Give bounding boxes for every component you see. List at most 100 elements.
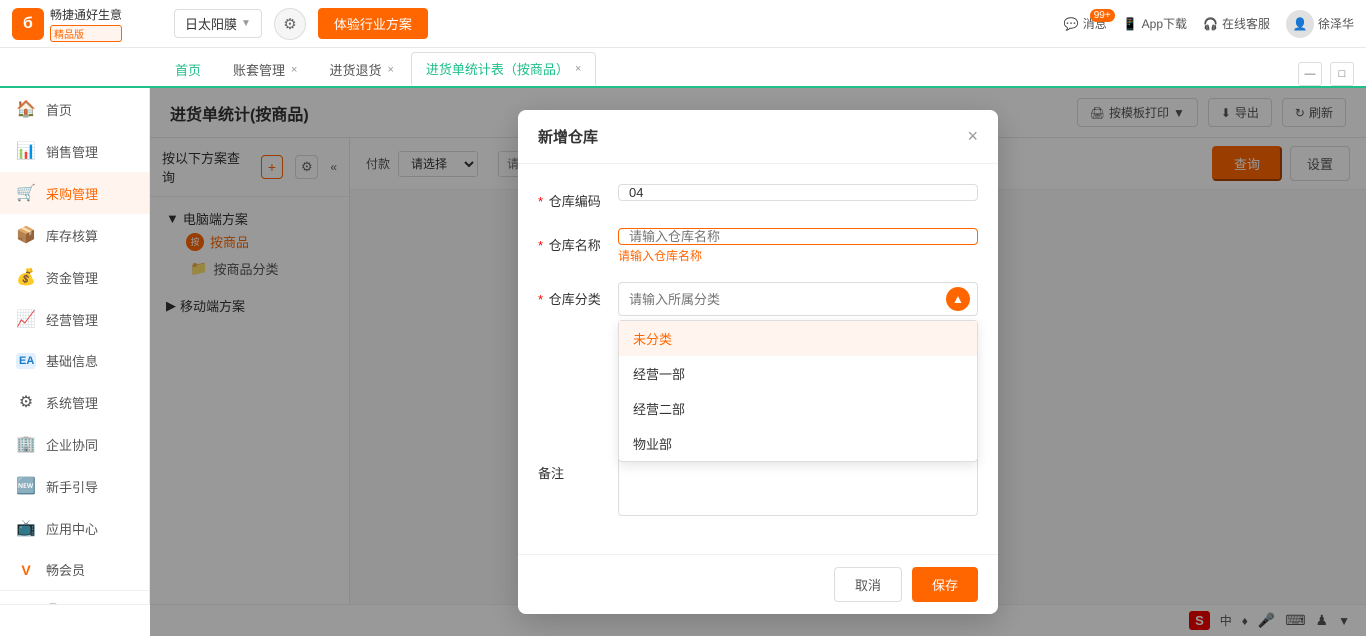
modal-close-button[interactable]: × [967, 126, 978, 147]
tab-purchase-return[interactable]: 进货退货 × [314, 52, 408, 86]
warehouse-name-input[interactable] [618, 228, 978, 245]
sidebar-item-inventory-label: 库存核算 [46, 226, 98, 245]
header-right: 💬 消息 99+ 📱 App下载 🎧 在线客服 👤 徐泽华 [1064, 10, 1354, 38]
sidebar-item-enterprise[interactable]: 🏢 企业协同 [0, 423, 149, 465]
sidebar-item-vip[interactable]: V 畅会员 [0, 549, 149, 590]
tab-account-close[interactable]: × [291, 64, 297, 76]
store-dropdown-arrow: ▼ [241, 18, 251, 29]
tab-purchase-return-label: 进货退货 [329, 60, 381, 79]
sidebar-item-operations-label: 经营管理 [46, 310, 98, 329]
customer-service-button[interactable]: 🎧 在线客服 [1203, 15, 1270, 32]
warehouse-remark-row: 备注 [538, 456, 978, 516]
sidebar-item-basic[interactable]: EA 基础信息 [0, 340, 149, 381]
modal-title: 新增仓库 [538, 126, 598, 147]
logo-area: б 畅捷通好生意 精品版 [12, 6, 162, 42]
tab-home[interactable]: 首页 [160, 52, 216, 86]
store-name: 日太阳膜 [185, 14, 237, 33]
sidebar-item-appcenter-label: 应用中心 [46, 519, 98, 538]
category-dropdown-list: 未分类 经营一部 经营二部 物业部 [618, 320, 978, 462]
message-button[interactable]: 💬 消息 99+ [1064, 15, 1107, 32]
content-area: 进货单统计(按商品) 🖨 按模板打印 ▼ ⬇ 导出 ↻ 刷新 [150, 88, 1366, 636]
sidebar-item-sales[interactable]: 📊 销售管理 [0, 130, 149, 172]
sidebar-item-system-label: 系统管理 [46, 393, 98, 412]
tab-minimize-button[interactable]: — [1298, 62, 1322, 86]
warehouse-category-select-wrap: ▲ 未分类 经营一部 经营二部 物业部 [618, 282, 978, 316]
sidebar-item-basic-label: 基础信息 [46, 351, 98, 370]
warehouse-name-row: * 仓库名称 请输入仓库名称 [538, 228, 978, 264]
dropdown-item-dept1[interactable]: 经营一部 [619, 356, 977, 391]
sidebar-item-system[interactable]: ⚙ 系统管理 [0, 381, 149, 423]
warehouse-code-input[interactable] [618, 184, 978, 201]
sidebar-item-vip-label: 畅会员 [46, 560, 85, 579]
enterprise-icon: 🏢 [16, 434, 36, 454]
sidebar-item-newbie[interactable]: 🆕 新手引导 [0, 465, 149, 507]
message-icon: 💬 [1064, 17, 1079, 31]
sidebar-item-home[interactable]: 🏠 首页 [0, 88, 149, 130]
inventory-icon: 📦 [16, 225, 36, 245]
header-center: ⚙ 体验行业方案 [274, 8, 1064, 40]
user-menu-button[interactable]: 👤 徐泽华 [1286, 10, 1354, 38]
home-icon: 🏠 [16, 99, 36, 119]
sidebar-item-enterprise-label: 企业协同 [46, 435, 98, 454]
sidebar: 🏠 首页 📊 销售管理 🛒 采购管理 📦 库存核算 💰 资金管理 📈 经营管理 … [0, 88, 150, 636]
dropdown-item-dept2[interactable]: 经营二部 [619, 391, 977, 426]
tab-purchase-return-close[interactable]: × [387, 64, 393, 76]
warehouse-code-row: * 仓库编码 [538, 184, 978, 210]
user-avatar: 👤 [1286, 10, 1314, 38]
app-download-button[interactable]: 📱 App下载 [1123, 15, 1187, 32]
dropdown-item-property[interactable]: 物业部 [619, 426, 977, 461]
warehouse-name-input-wrap: 请输入仓库名称 [618, 228, 978, 264]
sidebar-item-sales-label: 销售管理 [46, 142, 98, 161]
warehouse-name-error: 请输入仓库名称 [618, 247, 978, 264]
headset-icon: 🎧 [1203, 17, 1218, 31]
top-header: б 畅捷通好生意 精品版 日太阳膜 ▼ ⚙ 体验行业方案 💬 消息 99+ 📱 … [0, 0, 1366, 48]
logo-text: 畅捷通好生意 精品版 [50, 6, 122, 42]
modal-cancel-button[interactable]: 取消 [834, 567, 902, 602]
warehouse-category-row: * 仓库分类 ▲ 未分类 经营一部 经营二部 物业部 [538, 282, 978, 316]
sidebar-item-appcenter[interactable]: 📺 应用中心 [0, 507, 149, 549]
new-warehouse-modal: 新增仓库 × * 仓库编码 [518, 110, 998, 614]
modal-save-button[interactable]: 保存 [912, 567, 978, 602]
sidebar-item-inventory[interactable]: 📦 库存核算 [0, 214, 149, 256]
tab-account-label: 账套管理 [233, 60, 285, 79]
main-layout: 🏠 首页 📊 销售管理 🛒 采购管理 📦 库存核算 💰 资金管理 📈 经营管理 … [0, 88, 1366, 636]
warehouse-category-label: * 仓库分类 [538, 282, 618, 308]
warehouse-remark-label: 备注 [538, 456, 618, 482]
appcenter-icon: 📺 [16, 518, 36, 538]
tab-maximize-button[interactable]: □ [1330, 62, 1354, 86]
sidebar-item-home-label: 首页 [46, 100, 72, 119]
tab-account[interactable]: 账套管理 × [218, 52, 312, 86]
tab-purchase-stats-label: 进货单统计表（按商品） [426, 59, 569, 78]
tab-controls: — □ [1286, 62, 1366, 86]
sales-icon: 📊 [16, 141, 36, 161]
sidebar-item-finance-label: 资金管理 [46, 268, 98, 287]
tab-purchase-stats-close[interactable]: × [575, 63, 581, 75]
warehouse-code-input-wrap [618, 184, 978, 201]
newbie-icon: 🆕 [16, 476, 36, 496]
purchase-icon: 🛒 [16, 183, 36, 203]
sidebar-item-finance[interactable]: 💰 资金管理 [0, 256, 149, 298]
warehouse-name-label: * 仓库名称 [538, 228, 618, 254]
warehouse-code-label: * 仓库编码 [538, 184, 618, 210]
warehouse-remark-textarea[interactable] [618, 456, 978, 516]
tab-purchase-stats[interactable]: 进货单统计表（按商品） × [411, 52, 596, 86]
modal-footer: 取消 保存 [518, 554, 998, 614]
settings-gear-button[interactable]: ⚙ [274, 8, 306, 40]
app-logo-icon: б [12, 8, 44, 40]
modal-header: 新增仓库 × [518, 110, 998, 164]
vip-icon: V [16, 562, 36, 578]
sidebar-item-newbie-label: 新手引导 [46, 477, 98, 496]
modal-body: * 仓库编码 * 仓库名称 [518, 164, 998, 554]
system-icon: ⚙ [16, 392, 36, 412]
category-dropdown-toggle[interactable]: ▲ [946, 287, 970, 311]
dropdown-item-unclassified[interactable]: 未分类 [619, 321, 977, 356]
store-selector[interactable]: 日太阳膜 ▼ [174, 9, 262, 38]
modal-overlay: 新增仓库 × * 仓库编码 [150, 88, 1366, 636]
warehouse-category-input[interactable] [618, 282, 978, 316]
basic-info-icon: EA [16, 353, 36, 369]
sidebar-item-purchase[interactable]: 🛒 采购管理 [0, 172, 149, 214]
tab-bar: 首页 账套管理 × 进货退货 × 进货单统计表（按商品） × — □ [0, 48, 1366, 88]
sidebar-item-purchase-label: 采购管理 [46, 184, 98, 203]
trial-button[interactable]: 体验行业方案 [318, 8, 428, 39]
sidebar-item-operations[interactable]: 📈 经营管理 [0, 298, 149, 340]
